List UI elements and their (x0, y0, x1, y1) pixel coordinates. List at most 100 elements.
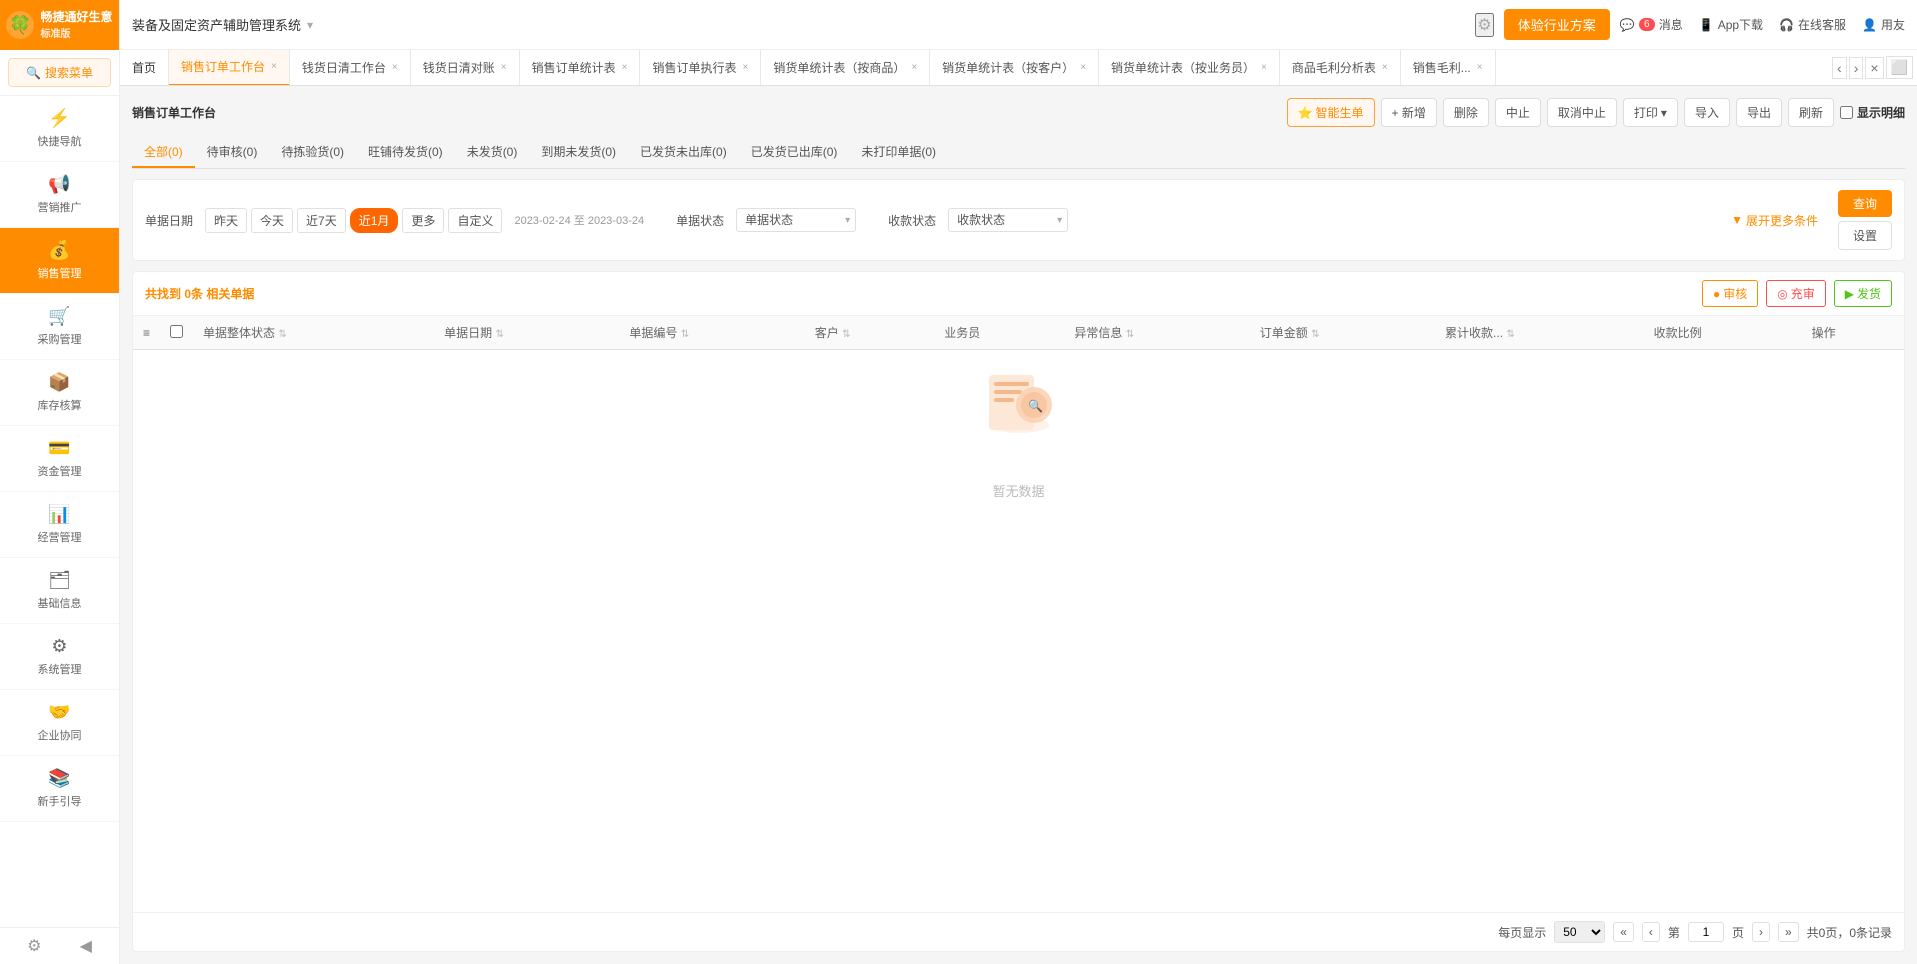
sub-tab-all[interactable]: 全部(0) (132, 137, 195, 168)
audit-button[interactable]: ● 审核 (1702, 280, 1758, 307)
sidebar-item-purchase[interactable]: 🛒 采购管理 (0, 294, 119, 360)
tab-close-sales-summary-staff[interactable]: × (1261, 62, 1267, 73)
date-btn-自定义[interactable]: 自定义 (448, 208, 502, 233)
app-download-item[interactable]: 📱 App下载 (1699, 16, 1763, 33)
tab-cash-daily[interactable]: 钱货日清工作台× (290, 50, 411, 86)
status-sort-icon[interactable]: ⇅ (278, 329, 286, 340)
tab-close-sales-more[interactable]: × (1477, 62, 1483, 73)
export-button[interactable]: 导出 (1736, 98, 1782, 127)
first-page-btn[interactable]: « (1613, 922, 1634, 942)
show-details-label[interactable]: 显示明细 (1840, 104, 1905, 121)
tab-sales-summary-customer[interactable]: 销货单统计表（按客户）× (930, 50, 1099, 86)
status-select[interactable]: 单据状态 (736, 208, 856, 232)
add-button[interactable]: + 新增 (1381, 98, 1437, 127)
sidebar-item-capital[interactable]: 💳 资金管理 (0, 426, 119, 492)
tab-label-sales-summary-staff: 销货单统计表（按业务员） (1111, 59, 1255, 76)
select-all-checkbox[interactable] (170, 325, 183, 338)
print-button[interactable]: 打印 ▾ (1623, 98, 1678, 127)
tab-close-sales-summary-product[interactable]: × (911, 62, 917, 73)
show-details-checkbox[interactable] (1840, 106, 1853, 119)
tab-sales-summary-staff[interactable]: 销货单统计表（按业务员） × (1099, 50, 1280, 86)
user-label: 用友 (1881, 16, 1905, 33)
topbar-gear-button[interactable]: ⚙ (1475, 13, 1493, 37)
notification-item[interactable]: 💬 6 消息 (1620, 16, 1683, 33)
date-btn-近7天[interactable]: 近7天 (297, 208, 346, 233)
sidebar-item-cooperation[interactable]: 🤝 企业协同 (0, 690, 119, 756)
expand-filter-btn[interactable]: ▼ 展开更多条件 (1731, 212, 1818, 229)
settings-icon[interactable]: ⚙ (27, 936, 41, 956)
sub-tab-overdue-unshipped[interactable]: 到期未发货(0) (529, 137, 628, 168)
sub-tab-pending-inspect[interactable]: 待拣验货(0) (269, 137, 356, 168)
revoke-button[interactable]: ◎ 充审 (1766, 280, 1826, 307)
tabs-scroll-right-btn[interactable]: › (1849, 57, 1864, 79)
tabs-close-current-btn[interactable]: × (1865, 57, 1883, 79)
tab-close-cash-daily[interactable]: × (392, 62, 398, 73)
import-button[interactable]: 导入 (1684, 98, 1730, 127)
sub-tab-unprinted[interactable]: 未打印单据(0) (849, 137, 948, 168)
sidebar-item-operations[interactable]: 📊 经营管理 (0, 492, 119, 558)
trial-btn[interactable]: 体验行业方案 (1504, 9, 1610, 40)
tab-close-cash-reconcile[interactable]: × (501, 62, 507, 73)
page-number-input[interactable] (1688, 922, 1724, 942)
date-sort-icon[interactable]: ⇅ (495, 329, 503, 340)
refresh-button[interactable]: 刷新 (1788, 98, 1834, 127)
payment-select[interactable]: 收款状态 (948, 208, 1068, 232)
sub-tab-pending-review[interactable]: 待审核(0) (195, 137, 270, 168)
stop-button[interactable]: 中止 (1495, 98, 1541, 127)
tab-close-sales-exec[interactable]: × (742, 62, 748, 73)
tab-sales-more[interactable]: 销售毛利...× (1401, 50, 1496, 86)
sidebar-item-system[interactable]: ⚙ 系统管理 (0, 624, 119, 690)
date-btn-今天[interactable]: 今天 (251, 208, 293, 233)
date-btn-昨天[interactable]: 昨天 (205, 208, 247, 233)
tab-sales-order[interactable]: 销售订单工作台× (169, 50, 290, 86)
customer-sort-icon[interactable]: ⇅ (842, 329, 850, 340)
delete-button[interactable]: 删除 (1443, 98, 1489, 127)
tab-cash-reconcile[interactable]: 钱货日清对账× (411, 50, 520, 86)
collapse-icon[interactable]: ◀ (80, 936, 92, 956)
query-button[interactable]: 查询 (1838, 190, 1892, 217)
tabs-maximize-btn[interactable]: ⬜ (1886, 56, 1913, 79)
filter-setting-button[interactable]: 设置 (1838, 221, 1892, 250)
topbar-system-title: 装备及固定资产辅助管理系统 (132, 15, 301, 34)
tab-sales-stats[interactable]: 销售订单统计表× (520, 50, 641, 86)
prev-page-btn[interactable]: ‹ (1642, 922, 1660, 942)
sub-tab-not-shipped[interactable]: 未发货(0) (455, 137, 530, 168)
sub-tab-wangpu-pending[interactable]: 旺铺待发货(0) (356, 137, 455, 168)
number-sort-icon[interactable]: ⇅ (681, 329, 689, 340)
received-sort-icon[interactable]: ⇅ (1506, 329, 1514, 340)
sidebar-item-marketing[interactable]: 📢 营销推广 (0, 162, 119, 228)
online-service-item[interactable]: 🎧 在线客服 (1779, 16, 1846, 33)
sidebar-item-basic[interactable]: 🗂 基础信息 (0, 558, 119, 624)
sidebar-item-guide[interactable]: 📚 新手引导 (0, 756, 119, 822)
sidebar: 🍀 畅捷通好生意 标准版 🔍 搜索菜单 ⚡ 快捷导航 📢 营销推广 💰 销售管理… (0, 0, 120, 964)
cancel-stop-button[interactable]: 取消中止 (1547, 98, 1617, 127)
search-menu-button[interactable]: 🔍 搜索菜单 (8, 58, 111, 87)
tabs-scroll-left-btn[interactable]: ‹ (1832, 57, 1847, 79)
ship-button[interactable]: ▶ 发货 (1834, 280, 1892, 307)
tab-sales-exec[interactable]: 销售订单执行表× (640, 50, 761, 86)
next-page-btn[interactable]: › (1752, 922, 1770, 942)
tab-close-sales-summary-customer[interactable]: × (1080, 62, 1086, 73)
tab-home[interactable]: 首页 (120, 50, 169, 86)
service-label: 在线客服 (1798, 16, 1846, 33)
topbar-dropdown-icon[interactable]: ▾ (307, 18, 313, 32)
sidebar-item-inventory[interactable]: 📦 库存核算 (0, 360, 119, 426)
exception-sort-icon[interactable]: ⇅ (1126, 329, 1134, 340)
smart-create-button[interactable]: ⭐ 智能生单 (1287, 98, 1375, 127)
amount-sort-icon[interactable]: ⇅ (1311, 329, 1319, 340)
tab-close-gross-margin[interactable]: × (1382, 62, 1388, 73)
tab-close-sales-stats[interactable]: × (622, 62, 628, 73)
tab-gross-margin[interactable]: 商品毛利分析表× (1280, 50, 1401, 86)
sub-tab-shipped-not-out[interactable]: 已发货未出库(0) (628, 137, 739, 168)
sidebar-item-quick-nav[interactable]: ⚡ 快捷导航 (0, 96, 119, 162)
page-word: 第 (1668, 924, 1680, 941)
tab-sales-summary-product[interactable]: 销货单统计表（按商品）× (761, 50, 930, 86)
date-btn-近1月[interactable]: 近1月 (350, 208, 399, 233)
per-page-select[interactable]: 50 100 200 (1554, 921, 1605, 943)
sidebar-item-sales[interactable]: 💰 销售管理 (0, 228, 119, 294)
sub-tab-shipped-out[interactable]: 已发货已出库(0) (739, 137, 850, 168)
last-page-btn[interactable]: » (1778, 922, 1799, 942)
date-btn-更多[interactable]: 更多 (402, 208, 444, 233)
user-item[interactable]: 👤 用友 (1862, 16, 1905, 33)
tab-close-sales-order[interactable]: × (271, 61, 277, 72)
